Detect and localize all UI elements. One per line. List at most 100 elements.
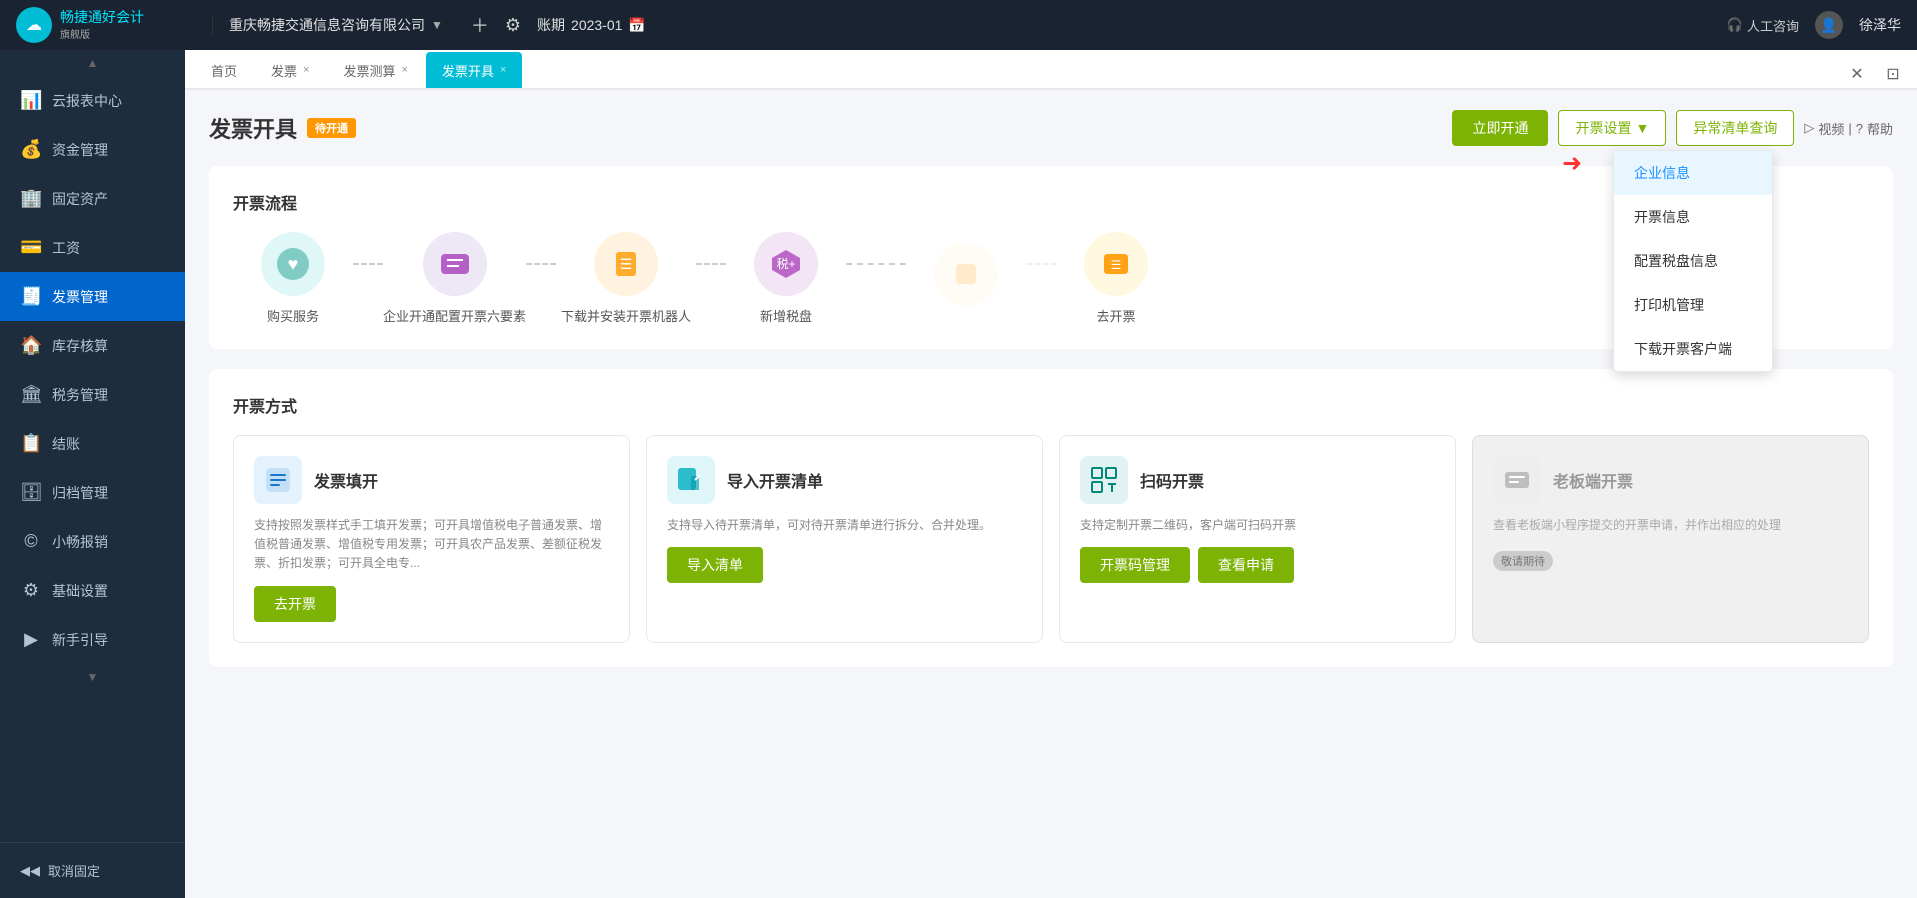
sidebar-scroll-up[interactable]: ▲ [0,50,185,76]
fapiao-icon: 🧾 [20,286,42,307]
sidebar-item-label: 归档管理 [52,483,108,503]
flow-connector-3 [696,263,726,265]
flow-connector-5 [1026,263,1056,265]
sidebar-item-jiezhang[interactable]: 📋 结账 [0,419,185,468]
settings-button-label: 开票设置 [1575,118,1631,138]
user-name: 徐泽华 [1859,15,1901,35]
step-icon-qukaipiao: ☰ [1084,232,1148,296]
company-selector[interactable]: 重庆畅捷交通信息咨询有限公司 ▼ [212,15,443,35]
sidebar-item-xiaochang[interactable]: © 小畅报销 [0,517,185,566]
sidebar-scroll-down[interactable]: ▼ [0,664,185,690]
chevron-down-icon: ▼ [431,18,443,32]
dropdown-item-qiyeinfo[interactable]: 企业信息 [1614,151,1772,195]
tab-fapiaokaiiu[interactable]: 发票开具 × [426,52,522,88]
sidebar-item-guidang[interactable]: 🗄 归档管理 [0,468,185,517]
video-button[interactable]: ▷ 视频 | ? 帮助 [1804,119,1893,138]
sidebar-item-xinshou[interactable]: ▶ 新手引导 [0,615,185,664]
guidang-icon: 🗄 [20,482,42,503]
tab-fapiao-close[interactable]: × [303,64,309,76]
method-header-scan: 扫码开票 [1080,456,1435,504]
import-icon [667,456,715,504]
company-name: 重庆畅捷交通信息咨询有限公司 [229,15,425,35]
consult-button[interactable]: 🎧 人工咨询 [1727,16,1799,35]
header-actions: ＋ ⚙ 账期 2023-01 📅 [471,12,646,38]
sidebar-cancel-button[interactable]: ◀◀ 取消固定 [0,851,185,890]
dropdown-item-dayinji[interactable]: 打印机管理 [1614,283,1772,327]
step-label-shuipan: 新增税盘 [760,306,812,325]
method-card-fill: 发票填开 支持按照发票样式手工填开发票；可开具增值税电子普通发票、增值税普通发票… [233,435,630,643]
fill-method-desc: 支持按照发票样式手工填开发票；可开具增值税电子普通发票、增值税普通发票、增值税专… [254,516,609,574]
cancel-label: 取消固定 [48,861,100,880]
flow-connector-2 [526,263,556,265]
method-header-fill: 发票填开 [254,456,609,504]
import-method-desc: 支持导入待开票清单，可对待开票清单进行拆分、合并处理。 [667,516,1022,535]
fill-icon [254,456,302,504]
video-label: 视频 [1818,119,1844,138]
cancel-pin-icon: ◀◀ [20,863,40,879]
sidebar-item-label: 固定资产 [52,189,108,209]
xinshou-icon: ▶ [20,629,42,650]
help-label: 帮助 [1867,119,1893,138]
tab-fapiaocesuan-close[interactable]: × [401,64,407,76]
tab-home-label: 首页 [211,61,237,80]
method-card-scan: 扫码开票 支持定制开票二维码，客户端可扫码开票 开票码管理 查看申请 [1059,435,1456,643]
dropdown-item-label: 企业信息 [1634,165,1690,181]
tab-fapiao[interactable]: 发票 × [255,52,325,88]
logo-area: ☁ 畅捷通好会计 旗舰版 [16,7,196,43]
import-method-btn[interactable]: 导入清单 [667,547,763,583]
step-label-peizhi: 企业开通配置开票六要素 [383,306,526,325]
tab-restore-button[interactable]: ⊡ [1879,60,1907,88]
step-icon-peizhi [423,232,487,296]
sidebar-item-fapiao[interactable]: 🧾 发票管理 [0,272,185,321]
calendar-icon[interactable]: 📅 [628,17,645,34]
zijin-icon: 💰 [20,139,42,160]
flow-step-peizhi: 企业开通配置开票六要素 [383,232,526,325]
tab-close-button[interactable]: ✕ [1843,60,1871,88]
tab-fapiaokaiiu-label: 发票开具 [442,61,494,80]
sidebar-item-kucun[interactable]: 🏠 库存核算 [0,321,185,370]
tab-home[interactable]: 首页 [195,52,253,88]
dropdown-item-xiazai[interactable]: 下载开票客户端 [1614,327,1772,371]
boss-disabled-badge: 敬请期待 [1493,551,1553,571]
scan-code-manage-btn[interactable]: 开票码管理 [1080,547,1190,583]
fill-method-btn[interactable]: 去开票 [254,586,336,622]
sidebar-item-gongzi[interactable]: 💳 工资 [0,223,185,272]
exception-button[interactable]: 异常清单查询 [1676,110,1794,146]
settings-button[interactable]: 开票设置 ▼ [1558,110,1666,146]
sidebar-item-yunbao[interactable]: 📊 云报表中心 [0,76,185,125]
sidebar-item-label: 发票管理 [52,287,108,307]
fill-method-name: 发票填开 [314,468,378,492]
tab-fapiaokaiiu-close[interactable]: × [500,64,506,76]
scan-view-apply-btn[interactable]: 查看申请 [1198,547,1294,583]
methods-section: 开票方式 发票填开 支持按照发票样式手工填开发票；可开具增值税电子普通发票、增值… [209,369,1893,667]
boss-method-desc: 查看老板端小程序提交的开票申请，并作出相应的处理 [1493,516,1848,535]
settings-icon[interactable]: ⚙ [505,15,521,36]
jichu-icon: ⚙ [20,580,42,601]
sidebar-item-label: 税务管理 [52,385,108,405]
sidebar-item-label: 基础设置 [52,581,108,601]
add-button[interactable]: ＋ [471,12,489,38]
sidebar-item-jichu[interactable]: ⚙ 基础设置 [0,566,185,615]
activate-button[interactable]: 立即开通 [1452,110,1548,146]
dropdown-item-label: 打印机管理 [1634,297,1704,313]
sidebar-item-shuiwu[interactable]: 🏛 税务管理 [0,370,185,419]
page-title-text: 发票开具 [209,112,297,144]
flow-connector-4 [846,263,906,265]
status-badge: 待开通 [307,118,356,138]
dropdown-item-peizhi[interactable]: 配置税盘信息 [1614,239,1772,283]
method-header-boss: 老板端开票 [1493,456,1848,504]
logo-sub: 旗舰版 [60,26,144,41]
tab-fapiaocesuan[interactable]: 发票测算 × [327,52,423,88]
sidebar-item-label: 云报表中心 [52,91,122,111]
method-card-boss: 老板端开票 查看老板端小程序提交的开票申请，并作出相应的处理 敬请期待 [1472,435,1869,643]
sidebar-item-label: 小畅报销 [52,532,108,552]
xiaochang-icon: © [20,531,42,552]
dropdown-item-kaipiao[interactable]: 开票信息 [1614,195,1772,239]
tab-fapiaocesuan-label: 发票测算 [343,61,395,80]
sidebar-item-zijin[interactable]: 💰 资金管理 [0,125,185,174]
help-icon: ? [1856,121,1863,136]
sidebar-item-gudingzichan[interactable]: 🏢 固定资产 [0,174,185,223]
step-icon-extra [934,242,998,306]
divider: | [1848,121,1851,136]
step-icon-xiazai: ☰ [594,232,658,296]
